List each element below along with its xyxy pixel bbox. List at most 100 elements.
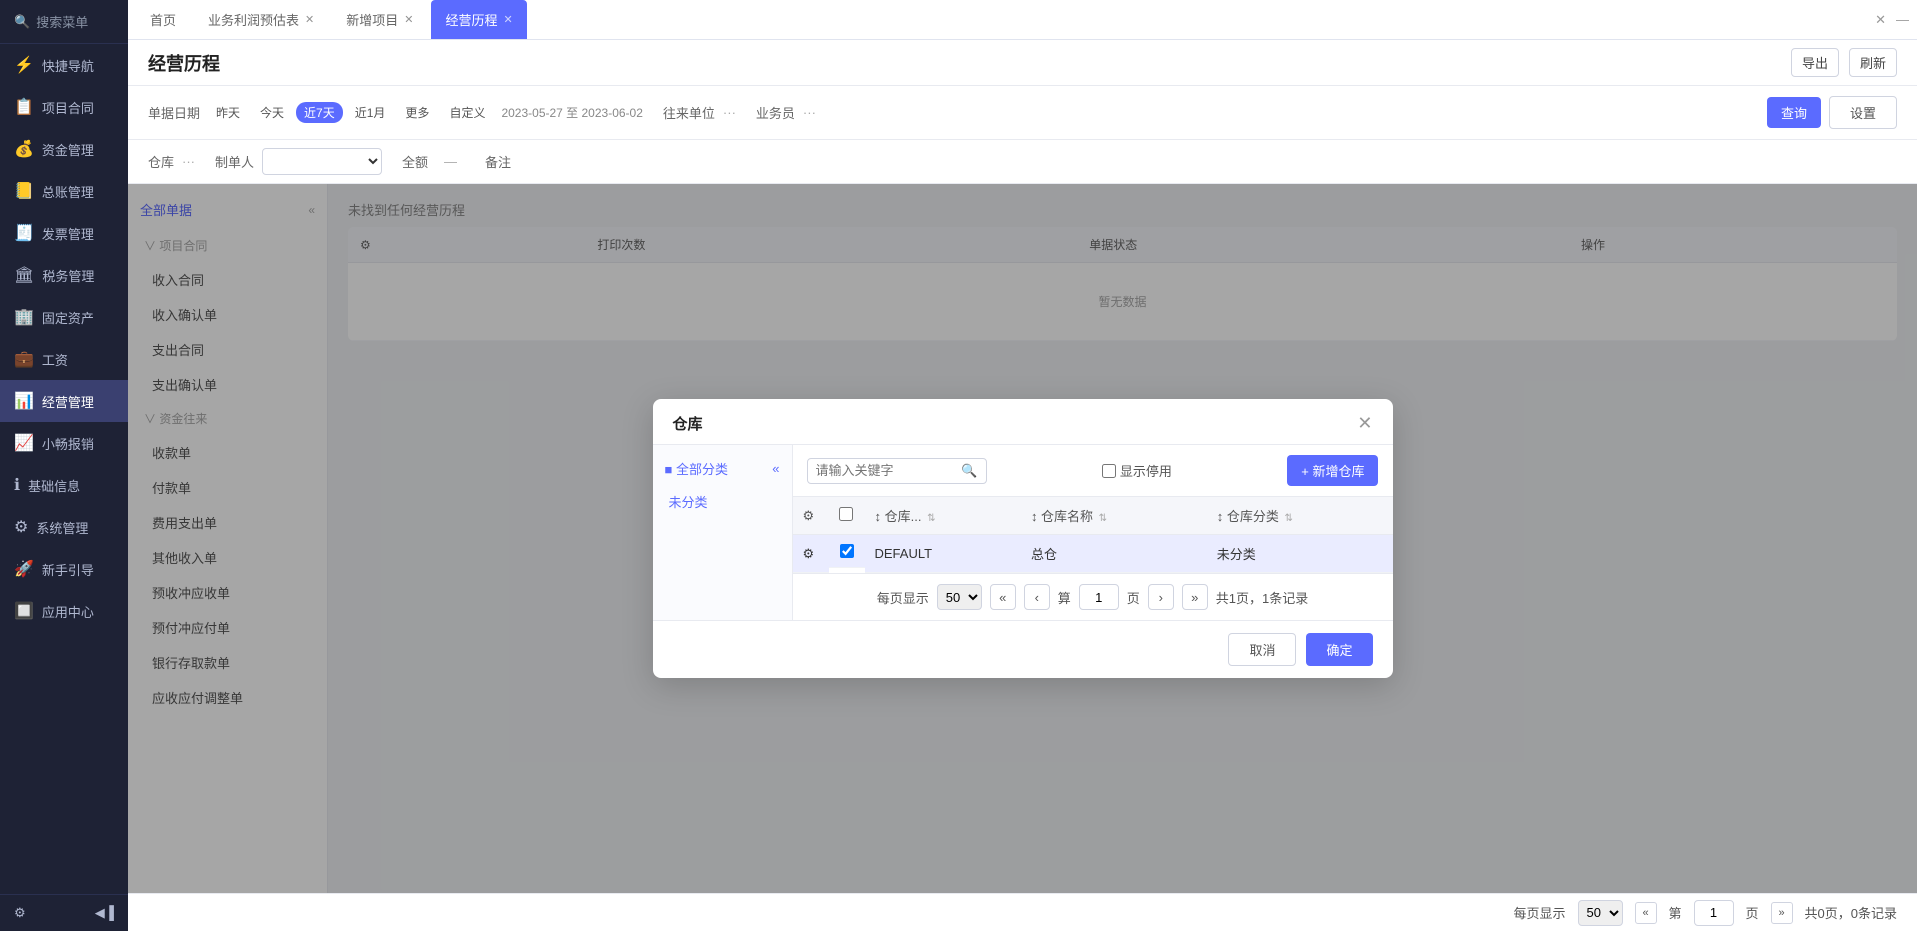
- salesperson-filter: 业务员 ···: [756, 103, 816, 122]
- next-page-btn[interactable]: ›: [1148, 584, 1174, 610]
- tabs-container: 首页业务利润预估表✕新增项目✕经营历程✕: [136, 0, 527, 39]
- all-categories-label[interactable]: ■ 全部分类: [665, 459, 728, 478]
- close-tab-new-project[interactable]: ✕: [404, 13, 413, 26]
- date-tab-yesterday[interactable]: 昨天: [208, 102, 248, 123]
- sidebar-item-invoice-mgmt[interactable]: 🧾 发票管理: [0, 212, 128, 254]
- maker-select[interactable]: [262, 148, 382, 175]
- page-number-input[interactable]: [1079, 584, 1119, 610]
- filter-bar2: 仓库 ··· 制单人 全额 — 备注: [128, 140, 1917, 184]
- tab-home[interactable]: 首页: [136, 0, 190, 39]
- sidebar-item-newbie[interactable]: 🚀 新手引导: [0, 548, 128, 590]
- date-tab-1month[interactable]: 近1月: [347, 102, 394, 123]
- minimize-icon[interactable]: —: [1896, 12, 1909, 27]
- first-page-btn[interactable]: «: [990, 584, 1016, 610]
- row-category-0: 未分类: [1207, 535, 1393, 573]
- date-filter: 单据日期 昨天 今天 近7天 近1月 更多 自定义 2023-05-27 至 2…: [148, 102, 643, 123]
- tax-mgmt-icon: 🏛: [14, 265, 34, 285]
- sidebar-item-fixed-assets[interactable]: 🏢 固定资产: [0, 296, 128, 338]
- salesperson-dots[interactable]: ···: [803, 105, 816, 120]
- close-window-icon[interactable]: ✕: [1875, 12, 1886, 28]
- settings-button[interactable]: 设置: [1829, 96, 1897, 129]
- sidebar-search[interactable]: 🔍 搜索菜单: [0, 0, 128, 44]
- close-tab-ops-history[interactable]: ✕: [504, 13, 513, 26]
- sidebar-label-salary: 工资: [42, 350, 68, 369]
- page-status-input[interactable]: [1694, 900, 1734, 926]
- sidebar-label-fixed-assets: 固定资产: [42, 308, 94, 327]
- show-disabled-checkbox-label[interactable]: 显示停用: [1102, 461, 1172, 480]
- col-name: ↕ 仓库名称 ⇅: [1021, 497, 1207, 535]
- sidebar-label-basic-info: 基础信息: [28, 476, 80, 495]
- query-button[interactable]: 查询: [1767, 97, 1821, 128]
- row-name-0: 总仓: [1021, 535, 1207, 573]
- sidebar-item-ledger-mgmt[interactable]: 📒 总账管理: [0, 170, 128, 212]
- confirm-button[interactable]: 确定: [1306, 633, 1372, 666]
- sidebar-label-app-center: 应用中心: [42, 602, 94, 621]
- sidebar-item-xiaochang[interactable]: 📈 小畅报销: [0, 422, 128, 464]
- tab-label-profit-est: 业务利润预估表: [208, 10, 299, 29]
- note-filter: 备注: [485, 152, 511, 171]
- col-code: ↕ 仓库... ⇅: [865, 497, 1021, 535]
- basic-info-icon: ℹ: [14, 475, 20, 495]
- refresh-button[interactable]: 刷新: [1849, 48, 1897, 77]
- page-status-suffix: 页: [1746, 903, 1759, 922]
- next-page-status-btn[interactable]: »: [1771, 902, 1793, 924]
- row-check-0[interactable]: [829, 535, 865, 568]
- per-page-select[interactable]: 50: [937, 584, 982, 610]
- date-tab-7days[interactable]: 近7天: [296, 102, 343, 123]
- dialog-footer: 取消 确定: [653, 620, 1393, 678]
- settings-icon[interactable]: ⚙: [14, 905, 26, 921]
- tab-label-new-project: 新增项目: [346, 10, 398, 29]
- search-box[interactable]: 🔍: [807, 458, 987, 484]
- row-gear-0: ⚙: [793, 535, 829, 573]
- sidebar-item-app-center[interactable]: 🔲 应用中心: [0, 590, 128, 632]
- newbie-icon: 🚀: [14, 559, 34, 579]
- sidebar-item-project-contract[interactable]: 📋 项目合同: [0, 86, 128, 128]
- sidebar-item-basic-info[interactable]: ℹ 基础信息: [0, 464, 128, 506]
- prev-page-btn[interactable]: ‹: [1024, 584, 1050, 610]
- dialog-table-body: ⚙ DEFAULT 总仓 未分类: [793, 535, 1393, 573]
- first-page-status-btn[interactable]: «: [1635, 902, 1657, 924]
- export-button[interactable]: 导出: [1791, 48, 1839, 77]
- total-label: 共1页，1条记录: [1216, 588, 1308, 607]
- date-tab-custom[interactable]: 自定义: [441, 102, 493, 123]
- warehouse-table: ⚙ ↕ 仓库... ⇅ ↕ 仓库名称 ⇅ ↕ 仓库分类 ⇅ ⚙: [793, 497, 1393, 573]
- sidebar-collapse-btn[interactable]: «: [772, 461, 779, 476]
- select-all-checkbox[interactable]: [839, 507, 853, 521]
- add-warehouse-button[interactable]: + 新增仓库: [1287, 455, 1378, 486]
- audio-icon[interactable]: ◀▐: [95, 905, 114, 921]
- dialog-sidebar-header: ■ 全部分类 «: [653, 455, 792, 486]
- col-gear: ⚙: [793, 497, 829, 535]
- sidebar-item-capital-mgmt[interactable]: 💰 资金管理: [0, 128, 128, 170]
- cancel-button[interactable]: 取消: [1228, 633, 1296, 666]
- warehouse-dialog: 仓库 ✕ ■ 全部分类 « 未分类: [653, 399, 1393, 678]
- filter-bar: 单据日期 昨天 今天 近7天 近1月 更多 自定义 2023-05-27 至 2…: [128, 86, 1917, 140]
- per-page-status-select[interactable]: 50: [1578, 900, 1623, 926]
- date-tab-today[interactable]: 今天: [252, 102, 292, 123]
- invoice-mgmt-icon: 🧾: [14, 223, 34, 243]
- salary-icon: 💼: [14, 349, 34, 369]
- last-page-btn[interactable]: »: [1182, 584, 1208, 610]
- dialog-cat-uncategorized[interactable]: 未分类: [653, 486, 792, 517]
- show-disabled-checkbox[interactable]: [1102, 464, 1116, 478]
- dialog-close-button[interactable]: ✕: [1357, 413, 1372, 434]
- sidebar-item-tax-mgmt[interactable]: 🏛 税务管理: [0, 254, 128, 296]
- per-page-label: 每页显示: [877, 588, 929, 607]
- tab-ops-history[interactable]: 经营历程✕: [431, 0, 526, 39]
- sidebar-item-ops-mgmt[interactable]: 📊 经营管理: [0, 380, 128, 422]
- capital-mgmt-icon: 💰: [14, 139, 34, 159]
- close-tab-profit-est[interactable]: ✕: [305, 13, 314, 26]
- dialog-header: 仓库 ✕: [653, 399, 1393, 445]
- tab-profit-est[interactable]: 业务利润预估表 ✕: [194, 0, 328, 39]
- date-tab-more[interactable]: 更多: [397, 102, 437, 123]
- counterpart-dots[interactable]: ···: [723, 105, 736, 120]
- dialog-title: 仓库: [673, 413, 703, 434]
- page-actions: 导出 刷新: [1791, 48, 1897, 77]
- warehouse-dots[interactable]: ···: [182, 154, 195, 169]
- sidebar-item-system-mgmt[interactable]: ⚙ 系统管理: [0, 506, 128, 548]
- tab-new-project[interactable]: 新增项目 ✕: [332, 0, 427, 39]
- sidebar-item-salary[interactable]: 💼 工资: [0, 338, 128, 380]
- table-row[interactable]: ⚙ DEFAULT 总仓 未分类: [793, 535, 1393, 573]
- sidebar-item-quick-nav[interactable]: ⚡ 快捷导航: [0, 44, 128, 86]
- row-checkbox-0[interactable]: [840, 544, 854, 558]
- search-input[interactable]: [816, 463, 956, 478]
